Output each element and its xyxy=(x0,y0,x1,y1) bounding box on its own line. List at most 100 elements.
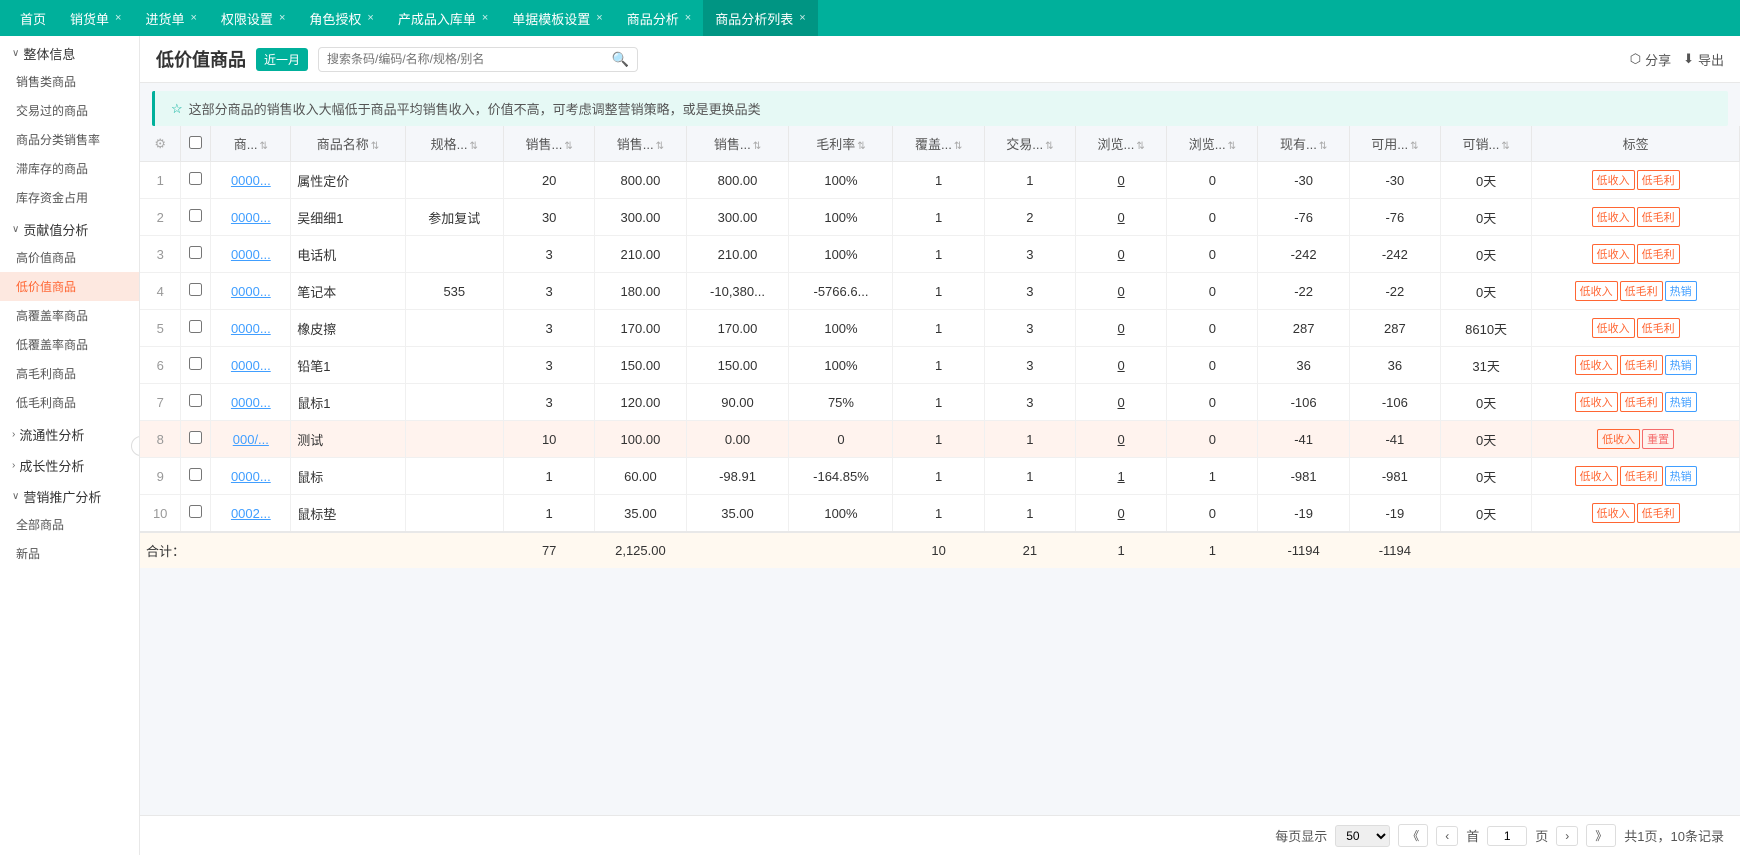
browse1-cell[interactable]: 0 xyxy=(1075,199,1166,236)
checkbox-cell[interactable] xyxy=(181,310,211,347)
code-column-header[interactable]: 商...⇅ xyxy=(211,126,291,162)
sales2-column-header[interactable]: 销售...⇅ xyxy=(595,126,686,162)
checkbox-cell[interactable] xyxy=(181,273,211,310)
browse1-value[interactable]: 0 xyxy=(1117,247,1124,262)
close-icon[interactable]: × xyxy=(482,12,488,24)
sort-icon[interactable]: ⇅ xyxy=(371,141,379,152)
current-column-header[interactable]: 现有...⇅ xyxy=(1258,126,1349,162)
checkbox-cell[interactable] xyxy=(181,458,211,495)
prev-page-button[interactable]: ‹ xyxy=(1436,826,1458,846)
browse1-value[interactable]: 0 xyxy=(1117,432,1124,447)
browse1-cell[interactable]: 0 xyxy=(1075,310,1166,347)
close-icon[interactable]: × xyxy=(190,12,196,24)
select-all-checkbox[interactable] xyxy=(189,136,202,149)
next-page-button[interactable]: › xyxy=(1556,826,1578,846)
sidebar-item-low-coverage[interactable]: 低覆盖率商品 xyxy=(0,330,139,359)
sidebar-item-traded-products[interactable]: 交易过的商品 xyxy=(0,96,139,125)
row-checkbox[interactable] xyxy=(189,320,202,333)
sort-icon[interactable]: ⇅ xyxy=(1410,141,1418,152)
sidebar-item-high-margin[interactable]: 高毛利商品 xyxy=(0,359,139,388)
browse1-value[interactable]: 0 xyxy=(1117,358,1124,373)
sidebar-item-sales-products[interactable]: 销售类商品 xyxy=(0,67,139,96)
close-icon[interactable]: × xyxy=(685,12,691,24)
close-icon[interactable]: × xyxy=(367,12,373,24)
spec-column-header[interactable]: 规格...⇅ xyxy=(405,126,504,162)
sidebar-group-growth[interactable]: › 成长性分析 xyxy=(0,448,139,479)
nav-product-stock[interactable]: 产成品入库单 × xyxy=(386,0,500,36)
nav-permission[interactable]: 权限设置 × xyxy=(209,0,297,36)
browse1-value[interactable]: 1 xyxy=(1117,469,1124,484)
browse1-cell[interactable]: 0 xyxy=(1075,347,1166,384)
nav-template[interactable]: 单据模板设置 × xyxy=(500,0,614,36)
checkbox-cell[interactable] xyxy=(181,421,211,458)
sort-icon[interactable]: ⇅ xyxy=(1319,141,1327,152)
export-button[interactable]: ⬇ 导出 xyxy=(1683,50,1724,69)
browse2-column-header[interactable]: 浏览...⇅ xyxy=(1167,126,1258,162)
checkbox-column-header[interactable] xyxy=(181,126,211,162)
sort-icon[interactable]: ⇅ xyxy=(1136,141,1144,152)
gross-column-header[interactable]: 毛利率⇅ xyxy=(789,126,893,162)
browse1-column-header[interactable]: 浏览...⇅ xyxy=(1075,126,1166,162)
browse1-cell[interactable]: 1 xyxy=(1075,458,1166,495)
sort-icon[interactable]: ⇅ xyxy=(656,141,664,152)
row-checkbox[interactable] xyxy=(189,468,202,481)
search-icon[interactable]: 🔍 xyxy=(612,51,629,68)
browse1-value[interactable]: 0 xyxy=(1117,395,1124,410)
row-checkbox[interactable] xyxy=(189,431,202,444)
sidebar-group-circulation[interactable]: › 流通性分析 xyxy=(0,417,139,448)
sort-icon[interactable]: ⇅ xyxy=(470,141,478,152)
browse1-cell[interactable]: 0 xyxy=(1075,495,1166,533)
close-icon[interactable]: × xyxy=(115,12,121,24)
sort-icon[interactable]: ⇅ xyxy=(753,141,761,152)
sidebar-group-marketing[interactable]: ∨ 营销推广分析 xyxy=(0,479,139,510)
sales1-column-header[interactable]: 销售...⇅ xyxy=(504,126,595,162)
sidebar-item-category-sales-rate[interactable]: 商品分类销售率 xyxy=(0,125,139,154)
row-checkbox[interactable] xyxy=(189,505,202,518)
sort-icon[interactable]: ⇅ xyxy=(857,141,865,152)
browse1-value[interactable]: 0 xyxy=(1117,284,1124,299)
nav-sales-order[interactable]: 销货单 × xyxy=(58,0,133,36)
cover-column-header[interactable]: 覆盖...⇅ xyxy=(893,126,984,162)
sort-icon[interactable]: ⇅ xyxy=(564,141,572,152)
nav-role-auth[interactable]: 角色授权 × xyxy=(297,0,385,36)
sidebar-group-contribution[interactable]: ∨ 贡献值分析 xyxy=(0,212,139,243)
sidebar-group-overall[interactable]: ∨ 整体信息 xyxy=(0,36,139,67)
sidebar-item-low-margin[interactable]: 低毛利商品 xyxy=(0,388,139,417)
row-checkbox[interactable] xyxy=(189,172,202,185)
sort-icon[interactable]: ⇅ xyxy=(1228,141,1236,152)
row-checkbox[interactable] xyxy=(189,394,202,407)
name-column-header[interactable]: 商品名称⇅ xyxy=(291,126,405,162)
checkbox-cell[interactable] xyxy=(181,495,211,533)
checkbox-cell[interactable] xyxy=(181,384,211,421)
checkbox-cell[interactable] xyxy=(181,347,211,384)
browse1-value[interactable]: 0 xyxy=(1117,210,1124,225)
sort-icon[interactable]: ⇅ xyxy=(954,141,962,152)
browse1-cell[interactable]: 0 xyxy=(1075,162,1166,199)
sidebar-item-all-products[interactable]: 全部商品 xyxy=(0,510,139,539)
tags-column-header[interactable]: 标签 xyxy=(1532,126,1740,162)
settings-icon[interactable]: ⚙ xyxy=(154,136,166,151)
checkbox-cell[interactable] xyxy=(181,162,211,199)
sidebar-item-stock-capital[interactable]: 库存资金占用 xyxy=(0,183,139,212)
row-checkbox[interactable] xyxy=(189,209,202,222)
nav-purchase-order[interactable]: 进货单 × xyxy=(133,0,208,36)
close-icon[interactable]: × xyxy=(279,12,285,24)
sidebar-item-backlog-products[interactable]: 滞库存的商品 xyxy=(0,154,139,183)
first-page-button[interactable]: 《 xyxy=(1398,824,1428,847)
close-icon[interactable]: × xyxy=(596,12,602,24)
settings-column-header[interactable]: ⚙ xyxy=(140,126,181,162)
sidebar-item-new-products[interactable]: 新品 xyxy=(0,539,139,568)
nav-home[interactable]: 首页 xyxy=(8,0,58,36)
saleable-column-header[interactable]: 可销...⇅ xyxy=(1440,126,1531,162)
sales3-column-header[interactable]: 销售...⇅ xyxy=(686,126,789,162)
search-input[interactable] xyxy=(327,52,606,66)
row-checkbox[interactable] xyxy=(189,357,202,370)
page-number-input[interactable] xyxy=(1487,826,1527,846)
usable-column-header[interactable]: 可用...⇅ xyxy=(1349,126,1440,162)
sidebar-item-high-value[interactable]: 高价值商品 xyxy=(0,243,139,272)
sort-icon[interactable]: ⇅ xyxy=(1045,141,1053,152)
last-page-button[interactable]: 》 xyxy=(1586,824,1616,847)
browse1-cell[interactable]: 0 xyxy=(1075,384,1166,421)
trade-column-header[interactable]: 交易...⇅ xyxy=(984,126,1075,162)
close-icon[interactable]: × xyxy=(799,12,805,24)
